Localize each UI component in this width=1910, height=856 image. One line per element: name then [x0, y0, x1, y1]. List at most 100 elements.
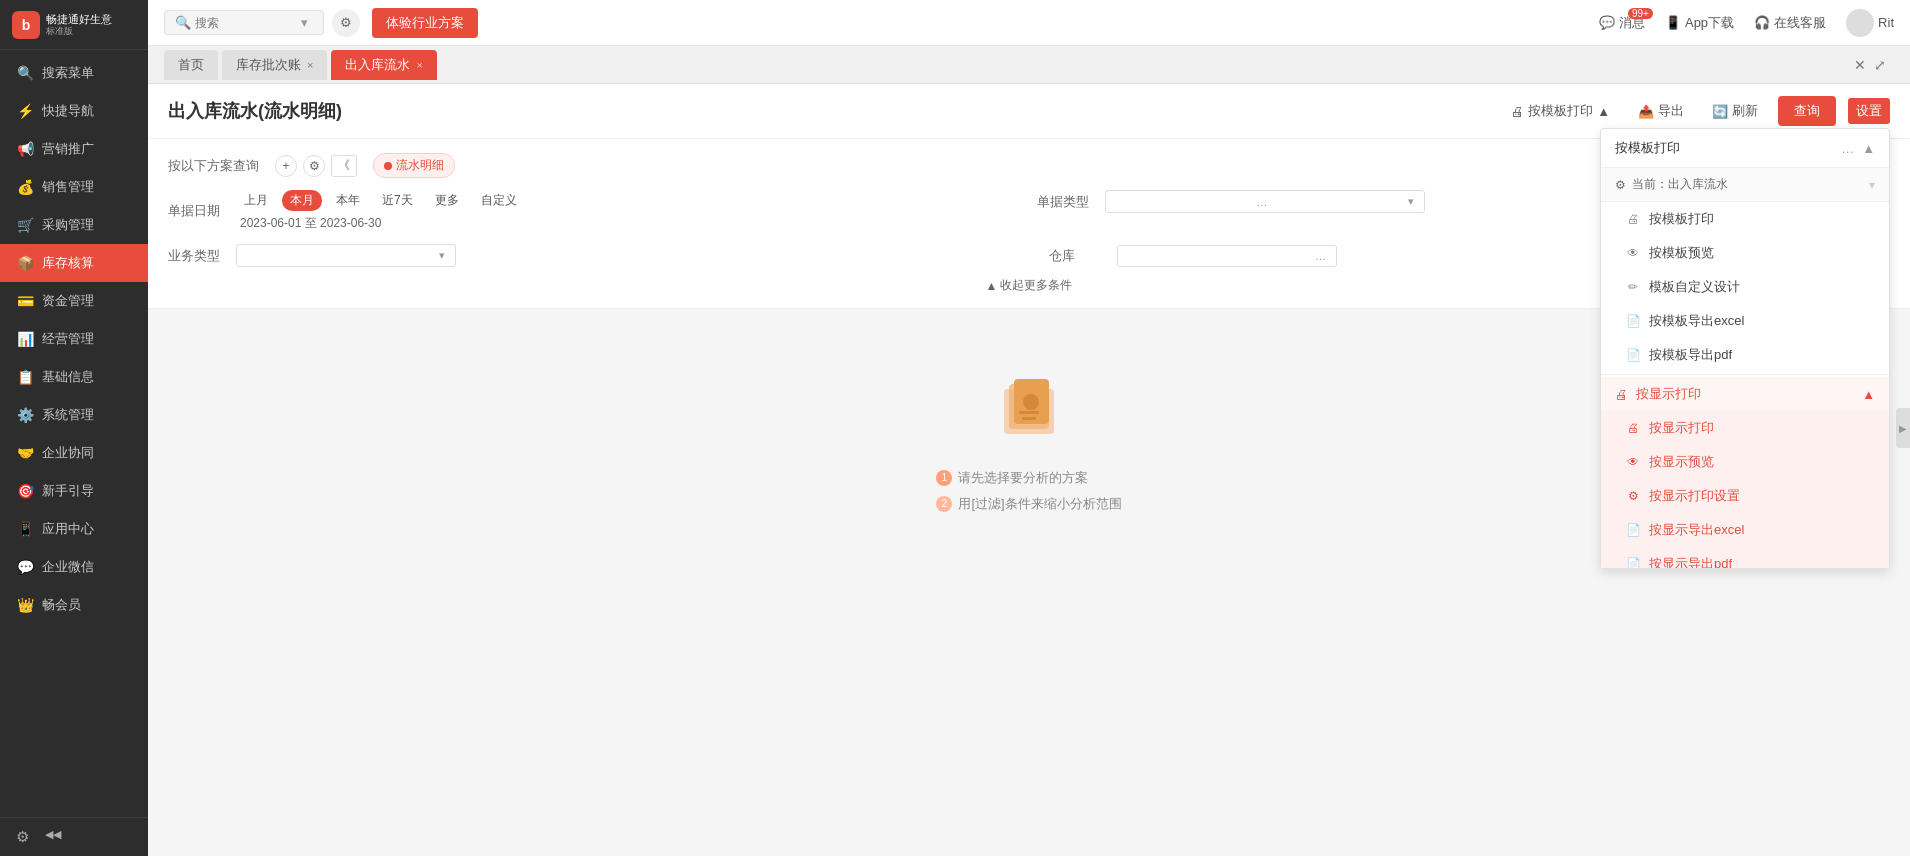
nav-icon-search: 🔍 — [16, 64, 34, 82]
sidebar-settings-icon[interactable]: ⚙ — [16, 828, 29, 846]
dropdown-display-item-display-preview[interactable]: 👁按显示预览 — [1601, 445, 1889, 479]
sidebar-item-wechat[interactable]: 💬企业微信 — [0, 548, 148, 586]
sidebar-item-app-center[interactable]: 📱应用中心 — [0, 510, 148, 548]
sidebar-item-enterprise[interactable]: 🤝企业协同 — [0, 434, 148, 472]
dropdown-item-template-export-excel[interactable]: 📄按模板导出excel — [1601, 304, 1889, 338]
sidebar-item-finance[interactable]: 💳资金管理 — [0, 282, 148, 320]
search-input[interactable] — [195, 16, 295, 30]
tab-close-inout-flow[interactable]: × — [416, 59, 422, 71]
right-edge-expand-btn[interactable]: ▶ — [1896, 408, 1910, 448]
display-item-icon-display-print: 🖨 — [1625, 420, 1641, 436]
doctype-label: 单据类型 — [1037, 193, 1097, 211]
app-download-btn[interactable]: 📱 App下载 — [1665, 14, 1734, 32]
warehouse-more[interactable]: … — [1315, 250, 1326, 262]
sidebar-item-purchase[interactable]: 🛒采购管理 — [0, 206, 148, 244]
sidebar-item-operations[interactable]: 📊经营管理 — [0, 320, 148, 358]
sidebar-item-inventory[interactable]: 📦库存核算 — [0, 244, 148, 282]
tab-batch-account[interactable]: 库存批次账× — [222, 50, 327, 80]
notification-btn[interactable]: 💬 消息 99+ — [1599, 14, 1645, 32]
dropdown-item-template-print[interactable]: 🖨按模板打印 — [1601, 202, 1889, 236]
query-btn[interactable]: 查询 — [1778, 96, 1836, 126]
nav-icon-sales: 💰 — [16, 178, 34, 196]
sidebar-collapse-icon[interactable]: ◀◀ — [45, 828, 61, 846]
tab-home[interactable]: 首页 — [164, 50, 218, 80]
dropdown-scroll-area: ⚙ 当前：出入库流水 ▾ 🖨按模板打印👁按模板预览✏模板自定义设计📄按模板导出e… — [1601, 168, 1889, 568]
tab-fullscreen-btn[interactable]: ⤢ — [1874, 57, 1886, 73]
display-item-icon-display-export-excel: 📄 — [1625, 522, 1641, 538]
page-header-actions: 🖨 按模板打印 ▲ 📤 导出 🔄 刷新 按模板打印 — [1503, 96, 1890, 138]
search-box[interactable]: 🔍 ▾ — [164, 10, 324, 35]
display-section-icon: 🖨 — [1615, 387, 1628, 402]
dropdown-display-item-display-export-pdf[interactable]: 📄按显示导出pdf — [1601, 547, 1889, 568]
refresh-btn[interactable]: 🔄 刷新 — [1704, 98, 1766, 124]
dropdown-display-item-display-print[interactable]: 🖨按显示打印 — [1601, 411, 1889, 445]
hint-num-2: 2 — [936, 496, 952, 512]
sidebar-item-marketing[interactable]: 📢营销推广 — [0, 130, 148, 168]
page-header: 出入库流水(流水明细) 🖨 按模板打印 ▲ 📤 导出 🔄 刷新 — [148, 84, 1910, 139]
nav-label-purchase: 采购管理 — [42, 216, 94, 234]
export-btn[interactable]: 📤 导出 — [1630, 98, 1692, 124]
sidebar-item-search[interactable]: 🔍搜索菜单 — [0, 54, 148, 92]
online-service-btn[interactable]: 🎧 在线客服 — [1754, 14, 1826, 32]
nav-icon-app-center: 📱 — [16, 520, 34, 538]
print-dropdown-icon[interactable]: ▲ — [1597, 104, 1610, 119]
industry-solution-btn[interactable]: 体验行业方案 — [372, 8, 478, 38]
sidebar-item-base-info[interactable]: 📋基础信息 — [0, 358, 148, 396]
filter-actions: + ⚙ 《 — [275, 155, 357, 177]
topbar-right: 💬 消息 99+ 📱 App下载 🎧 在线客服 Rit — [1599, 9, 1894, 37]
tab-inout-flow[interactable]: 出入库流水× — [331, 50, 436, 80]
empty-hints: 1 请先选择要分析的方案 2 用[过滤]条件来缩小分析范围 — [936, 465, 1121, 517]
current-template-item[interactable]: ⚙ 当前：出入库流水 ▾ — [1601, 168, 1889, 202]
print-icon: 🖨 — [1511, 104, 1524, 119]
dropdown-collapse-icon[interactable]: ▲ — [1862, 141, 1875, 156]
doctype-more[interactable]: … — [1257, 196, 1268, 208]
topbar-settings-btn[interactable]: ⚙ — [332, 9, 360, 37]
warehouse-select[interactable]: … — [1117, 245, 1337, 267]
nav-icon-operations: 📊 — [16, 330, 34, 348]
empty-icon — [989, 369, 1069, 449]
template-print-btn[interactable]: 🖨 按模板打印 ▲ — [1503, 98, 1618, 124]
sidebar-bottom: ⚙ ◀◀ — [0, 817, 148, 856]
collapse-more-btn[interactable]: ▲ 收起更多条件 — [986, 277, 1073, 294]
dropdown-display-item-display-print-settings[interactable]: ⚙按显示打印设置 — [1601, 479, 1889, 513]
sidebar-item-system[interactable]: ⚙️系统管理 — [0, 396, 148, 434]
display-print-section-header[interactable]: 🖨 按显示打印 ▲ — [1601, 377, 1889, 411]
filter-collapse-btn[interactable]: 《 — [331, 155, 357, 177]
sidebar-item-guide[interactable]: 🎯新手引导 — [0, 472, 148, 510]
dropdown-item-template-export-pdf[interactable]: 📄按模板导出pdf — [1601, 338, 1889, 372]
date-tab-more[interactable]: 更多 — [427, 190, 467, 211]
tab-close-batch-account[interactable]: × — [307, 59, 313, 71]
sidebar-item-sales[interactable]: 💰销售管理 — [0, 168, 148, 206]
dropdown-item-template-custom[interactable]: ✏模板自定义设计 — [1601, 270, 1889, 304]
dropdown-display-section: 🖨按显示打印👁按显示预览⚙按显示打印设置📄按显示导出excel📄按显示导出pdf — [1601, 411, 1889, 568]
sidebar-item-quick-nav[interactable]: ⚡快捷导航 — [0, 92, 148, 130]
search-dropdown-icon[interactable]: ▾ — [301, 15, 308, 30]
settings-btn[interactable]: 设置 — [1848, 98, 1890, 124]
date-tab-last-month[interactable]: 上月 — [236, 190, 276, 211]
doctype-select[interactable]: … ▾ — [1105, 190, 1425, 213]
date-tab-last-7[interactable]: 近7天 — [374, 190, 421, 211]
date-tab-this-month[interactable]: 本月 — [282, 190, 322, 211]
filter-add-btn[interactable]: + — [275, 155, 297, 177]
doctype-arrow[interactable]: ▾ — [1408, 195, 1414, 208]
tab-close-all-btn[interactable]: ✕ — [1854, 57, 1866, 73]
nav-label-inventory: 库存核算 — [42, 254, 94, 272]
sidebar-item-vip[interactable]: 👑畅会员 — [0, 586, 148, 624]
sidebar: b 畅捷通好生意 标准版 🔍搜索菜单⚡快捷导航📢营销推广💰销售管理🛒采购管理📦库… — [0, 0, 148, 856]
dropdown-more-icon[interactable]: … — [1841, 141, 1854, 156]
dropdown-display-item-display-export-excel[interactable]: 📄按显示导出excel — [1601, 513, 1889, 547]
user-avatar-area[interactable]: Rit — [1846, 9, 1894, 37]
dropdown-title: 按模板打印 — [1615, 139, 1680, 157]
biztype-arrow[interactable]: ▾ — [439, 249, 445, 262]
svg-point-3 — [1023, 394, 1039, 410]
tabs-bar: 首页库存批次账×出入库流水× ✕ ⤢ — [148, 46, 1910, 84]
date-tab-this-year[interactable]: 本年 — [328, 190, 368, 211]
active-filter-tag[interactable]: 流水明细 — [373, 153, 455, 178]
date-tabs: 上月本月本年近7天更多自定义 — [236, 190, 525, 211]
dropdown-item-template-preview[interactable]: 👁按模板预览 — [1601, 236, 1889, 270]
biztype-select[interactable]: ▾ — [236, 244, 456, 267]
date-tab-custom[interactable]: 自定义 — [473, 190, 525, 211]
nav-icon-vip: 👑 — [16, 596, 34, 614]
filter-settings-btn[interactable]: ⚙ — [303, 155, 325, 177]
nav-label-finance: 资金管理 — [42, 292, 94, 310]
